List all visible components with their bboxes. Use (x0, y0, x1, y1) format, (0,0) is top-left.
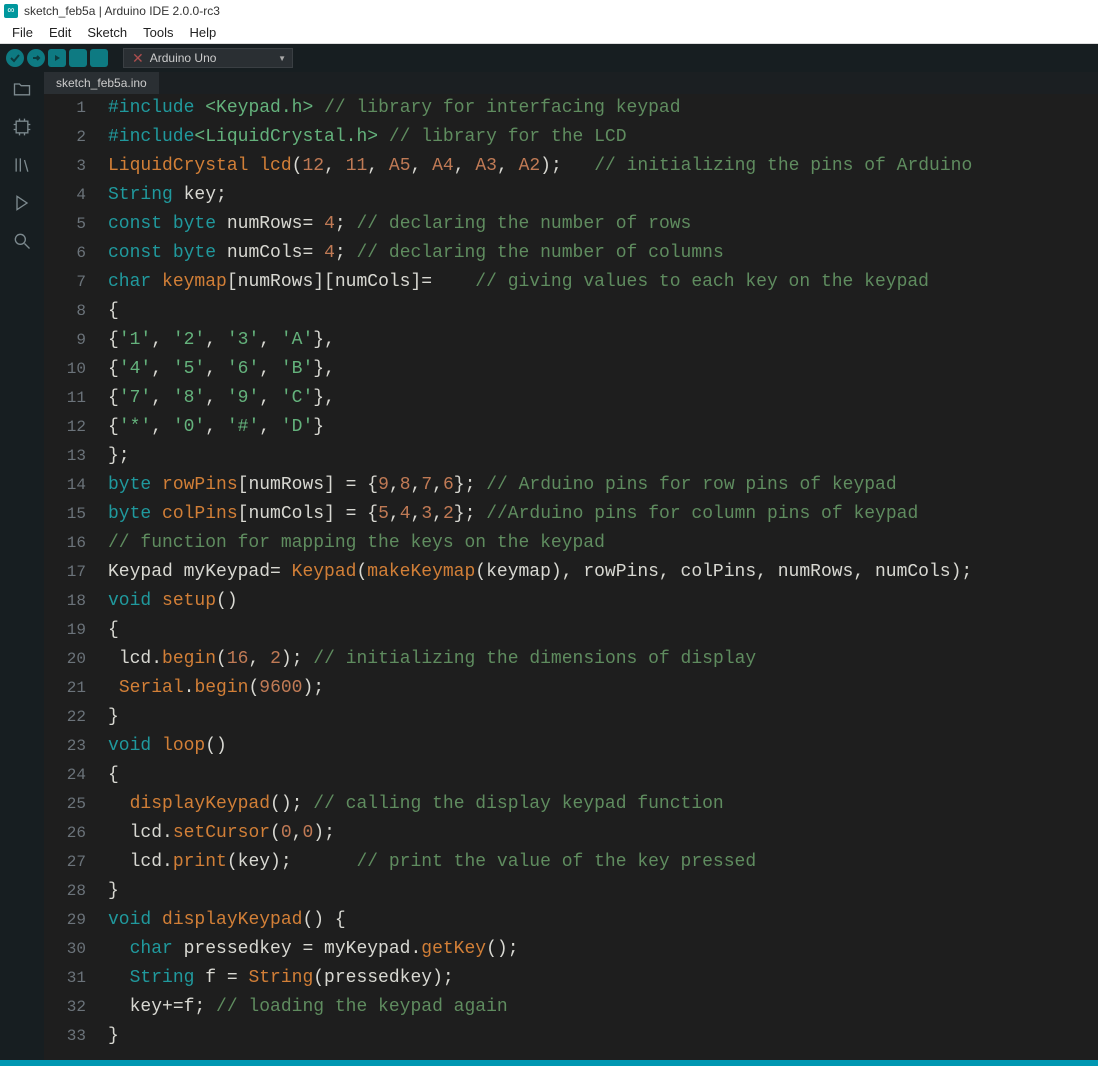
menu-sketch[interactable]: Sketch (79, 25, 135, 40)
editor-tab[interactable]: sketch_feb5a.ino (44, 72, 160, 94)
status-bar (0, 1060, 1098, 1066)
debug-icon[interactable] (11, 192, 33, 214)
board-manager-icon[interactable] (11, 116, 33, 138)
main-area: sketch_feb5a.ino 1#include <Keypad.h> //… (0, 72, 1098, 1060)
toolbar: ✕ Arduino Uno ▼ (0, 44, 1098, 72)
board-name: Arduino Uno (150, 51, 217, 65)
menu-tools[interactable]: Tools (135, 25, 181, 40)
folder-icon[interactable] (11, 78, 33, 100)
chevron-down-icon: ▼ (278, 54, 286, 63)
menu-bar: File Edit Sketch Tools Help (0, 22, 1098, 44)
menu-file[interactable]: File (4, 25, 41, 40)
sidebar (0, 72, 44, 1060)
window-title: sketch_feb5a | Arduino IDE 2.0.0-rc3 (24, 4, 220, 18)
verify-button[interactable] (6, 49, 24, 67)
code-content: 1#include <Keypad.h> // library for inte… (44, 94, 1098, 1051)
title-bar: sketch_feb5a | Arduino IDE 2.0.0-rc3 (0, 0, 1098, 22)
code-editor[interactable]: 1#include <Keypad.h> // library for inte… (44, 94, 1098, 1060)
search-icon[interactable] (11, 230, 33, 252)
toolbar-btn-4[interactable] (69, 49, 87, 67)
editor-area: sketch_feb5a.ino 1#include <Keypad.h> //… (44, 72, 1098, 1060)
toolbar-btn-5[interactable] (90, 49, 108, 67)
app-icon (4, 4, 18, 18)
menu-edit[interactable]: Edit (41, 25, 79, 40)
upload-button[interactable] (27, 49, 45, 67)
board-selector[interactable]: ✕ Arduino Uno ▼ (123, 48, 293, 68)
menu-help[interactable]: Help (181, 25, 224, 40)
board-status-icon: ✕ (132, 50, 144, 67)
debug-button[interactable] (48, 49, 66, 67)
tab-bar: sketch_feb5a.ino (44, 72, 1098, 94)
library-manager-icon[interactable] (11, 154, 33, 176)
